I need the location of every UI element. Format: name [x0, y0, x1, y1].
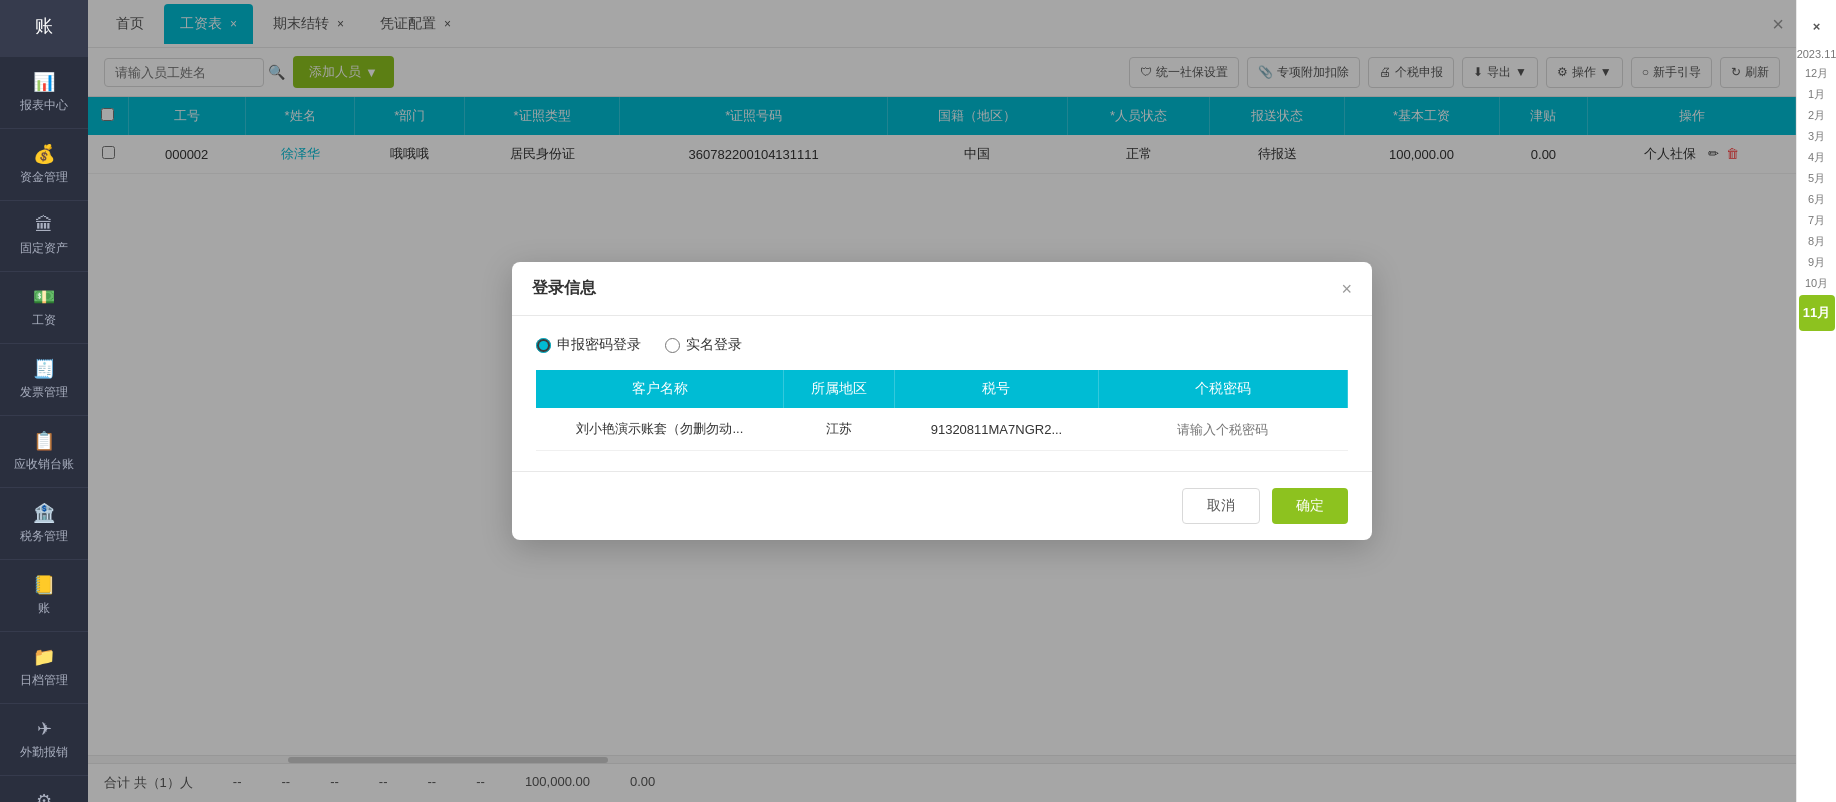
sidebar-item-she[interactable]: ⚙ 设: [0, 776, 88, 802]
modal-row-name: 刘小艳演示账套（勿删勿动...: [536, 408, 784, 451]
baobiao-icon: 📊: [8, 71, 80, 93]
radio-realname-text: 实名登录: [686, 336, 742, 354]
modal-row-region: 江苏: [784, 408, 895, 451]
modal-close-button[interactable]: ×: [1341, 280, 1352, 298]
sidebar-item-shuiwu[interactable]: 🏦 税务管理: [0, 488, 88, 560]
radio-password-label[interactable]: 申报密码登录: [536, 336, 641, 354]
zijin-icon: 💰: [8, 143, 80, 165]
sidebar-item-label: 资金管理: [8, 169, 80, 186]
modal-client-table: 客户名称 所属地区 税号 个税密码 刘小艳演示账套（勿删勿动... 江苏 913…: [536, 370, 1348, 451]
shuiwu-icon: 🏦: [8, 502, 80, 524]
gudingzichan-icon: 🏛: [8, 215, 80, 236]
sidebar-item-label: 工资: [8, 312, 80, 329]
radio-password[interactable]: [536, 338, 551, 353]
right-panel-year: 2023.11: [1797, 46, 1836, 62]
modal-title: 登录信息: [532, 278, 596, 299]
modal-col-name: 客户名称: [536, 370, 784, 408]
sidebar: 账 📊 报表中心 💰 资金管理 🏛 固定资产 💵 工资 🧾 发票管理 📋 应收销…: [0, 0, 88, 802]
right-panel-feb[interactable]: 2月: [1808, 106, 1825, 125]
modal-col-taxno: 税号: [895, 370, 1099, 408]
sidebar-item-zijin[interactable]: 💰 资金管理: [0, 129, 88, 201]
right-panel-nov[interactable]: 11月: [1799, 295, 1835, 331]
sidebar-item-zhang[interactable]: 账: [0, 0, 88, 57]
sidebar-item-label: 账: [8, 600, 80, 617]
sidebar-item-label: 外勤报销: [8, 744, 80, 761]
right-panel-aug[interactable]: 8月: [1808, 232, 1825, 251]
modal-body: 申报密码登录 实名登录 客户名称 所属地区 税号 个税密码: [512, 316, 1372, 471]
fapiao-icon: 🧾: [8, 358, 80, 380]
yingshou-icon: 📋: [8, 430, 80, 452]
modal-col-region: 所属地区: [784, 370, 895, 408]
modal-row-taxno: 91320811MA7NGR2...: [895, 408, 1099, 451]
sidebar-item-baoxiao[interactable]: ✈ 外勤报销: [0, 704, 88, 776]
she-icon: ⚙: [8, 790, 80, 802]
modal-row-taxpassword[interactable]: [1098, 408, 1347, 451]
sidebar-item-gongzi[interactable]: 💵 工资: [0, 272, 88, 344]
radio-password-text: 申报密码登录: [557, 336, 641, 354]
login-type-radio-group: 申报密码登录 实名登录: [536, 336, 1348, 354]
modal-table-row: 刘小艳演示账套（勿删勿动... 江苏 91320811MA7NGR2...: [536, 408, 1348, 451]
sidebar-item-fapiao[interactable]: 🧾 发票管理: [0, 344, 88, 416]
zhang-icon: 账: [8, 14, 80, 38]
sidebar-item-label: 日档管理: [8, 672, 80, 689]
right-panel-dec[interactable]: 12月: [1805, 64, 1828, 83]
sidebar-item-label: 发票管理: [8, 384, 80, 401]
gongzi-icon: 💵: [8, 286, 80, 308]
modal-col-taxpassword: 个税密码: [1098, 370, 1347, 408]
right-panel-sep[interactable]: 9月: [1808, 253, 1825, 272]
sidebar-item-yingshou[interactable]: 📋 应收销台账: [0, 416, 88, 488]
login-modal: 登录信息 × 申报密码登录 实名登录: [512, 262, 1372, 540]
sidebar-item-label: 固定资产: [8, 240, 80, 257]
tax-password-input[interactable]: [1114, 422, 1331, 437]
modal-overlay: 登录信息 × 申报密码登录 实名登录: [88, 0, 1796, 802]
right-panel-oct[interactable]: 10月: [1805, 274, 1828, 293]
modal-header: 登录信息 ×: [512, 262, 1372, 316]
modal-footer: 取消 确定: [512, 471, 1372, 540]
radio-realname-label[interactable]: 实名登录: [665, 336, 742, 354]
right-panel: × 2023.11 12月 1月 2月 3月 4月 5月 6月 7月 8月 9月…: [1796, 0, 1836, 802]
zhang2-icon: 📒: [8, 574, 80, 596]
sidebar-item-label: 应收销台账: [8, 456, 80, 473]
sidebar-item-zhang2[interactable]: 📒 账: [0, 560, 88, 632]
sidebar-item-label: 税务管理: [8, 528, 80, 545]
right-panel-close[interactable]: ×: [1799, 8, 1835, 44]
sidebar-item-gudingzichan[interactable]: 🏛 固定资产: [0, 201, 88, 272]
confirm-button[interactable]: 确定: [1272, 488, 1348, 524]
sidebar-item-dang[interactable]: 📁 日档管理: [0, 632, 88, 704]
sidebar-item-label: 报表中心: [8, 97, 80, 114]
right-panel-may[interactable]: 5月: [1808, 169, 1825, 188]
right-panel-jan[interactable]: 1月: [1808, 85, 1825, 104]
right-panel-jul[interactable]: 7月: [1808, 211, 1825, 230]
radio-realname[interactable]: [665, 338, 680, 353]
right-panel-jun[interactable]: 6月: [1808, 190, 1825, 209]
cancel-button[interactable]: 取消: [1182, 488, 1260, 524]
modal-table-header-row: 客户名称 所属地区 税号 个税密码: [536, 370, 1348, 408]
sidebar-item-baobiao[interactable]: 📊 报表中心: [0, 57, 88, 129]
baoxiao-icon: ✈: [8, 718, 80, 740]
dang-icon: 📁: [8, 646, 80, 668]
right-panel-mar[interactable]: 3月: [1808, 127, 1825, 146]
main-content: 首页 工资表 × 期末结转 × 凭证配置 × × 🔍 添加人员 ▼ 🛡 统一社保…: [88, 0, 1796, 802]
right-panel-apr[interactable]: 4月: [1808, 148, 1825, 167]
